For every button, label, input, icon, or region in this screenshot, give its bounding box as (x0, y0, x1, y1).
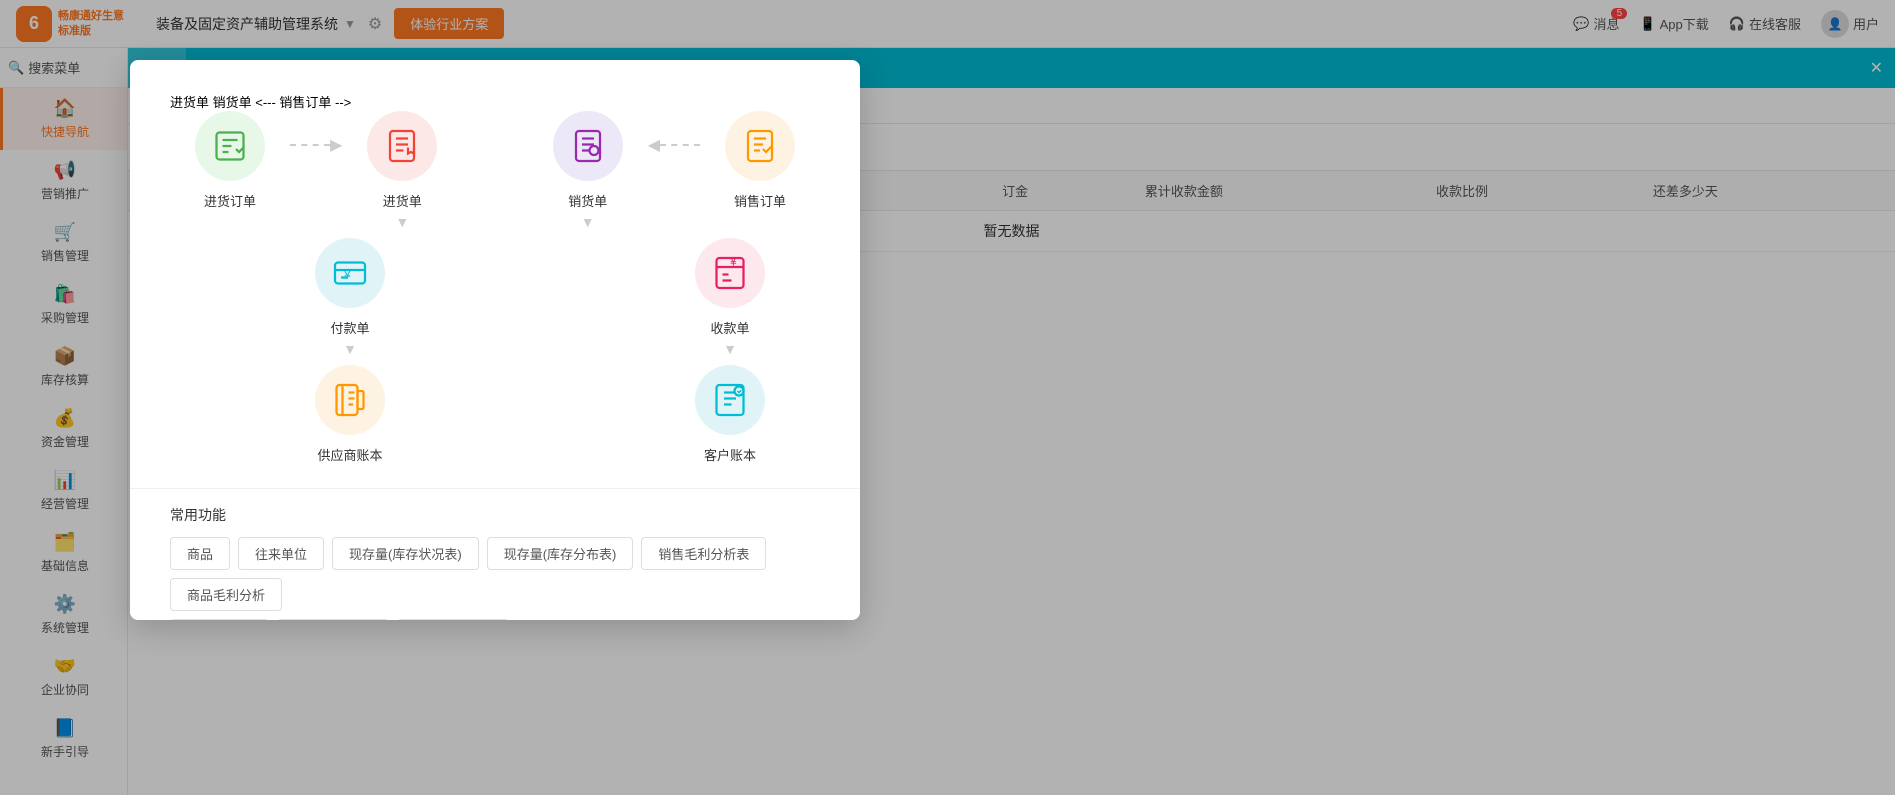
flow-payment-col: ¥ 付款单 ▼ (290, 238, 410, 357)
flow-node-purchase-order[interactable]: 进货订单 (170, 111, 290, 210)
sales-invoice-circle (553, 111, 623, 181)
arrow-sales: ◀ (648, 135, 700, 155)
common-functions-title: 常用功能 (170, 505, 820, 525)
arrow-down-supplier: ▼ (343, 341, 357, 357)
flow-node-supplier-ledger[interactable]: 供应商账本 (290, 365, 410, 464)
flow-receipt-col: ¥ 收款单 ▼ (670, 238, 790, 357)
supplier-ledger-circle (315, 365, 385, 435)
flow-customer-ledger-col: 客户账本 (670, 365, 790, 464)
common-section: 常用功能 商品 往来单位 现存量(库存状况表) 现存量(库存分布表) 销售毛利分… (130, 488, 860, 620)
purchase-order-circle (195, 111, 265, 181)
main-area: 🔍 搜索菜单 🏠 快捷导航 📢 营销推广 🛒 销售管理 🛍️ 采购管理 📦 (0, 48, 1895, 795)
common-btn-product-profit[interactable]: 商品毛利分析 (170, 578, 282, 611)
flowchart-modal: 进货单 销货单 <--- 销售订单 --> (130, 60, 860, 620)
flow-node-customer-ledger[interactable]: 客户账本 (670, 365, 790, 464)
flow-second-row: ¥ 付款单 ▼ (170, 238, 820, 357)
payment-circle: ¥ (315, 238, 385, 308)
flow-node-payment[interactable]: ¥ 付款单 (290, 238, 410, 337)
common-btn-payment-stat[interactable]: 付款情况统计 (397, 619, 509, 620)
svg-text:¥: ¥ (343, 268, 351, 282)
app-wrapper: 6 畅康通好生意 标准版 装备及固定资产辅助管理系统 ▼ ⚙ 体验行业方案 💬 … (0, 0, 1895, 795)
sales-order-circle (725, 111, 795, 181)
common-btn-stock-dist[interactable]: 现存量(库存分布表) (487, 537, 634, 570)
flow-node-sales-invoice[interactable]: 销货单 (528, 111, 648, 210)
svg-text:¥: ¥ (729, 255, 737, 269)
flow-sales-invoice-col: 销货单 ▼ (528, 111, 648, 230)
common-btn-sales-profit[interactable]: 销售毛利分析表 (641, 537, 766, 570)
flow-node-purchase-receipt[interactable]: 进货单 (342, 111, 462, 210)
customer-ledger-circle (695, 365, 765, 435)
flow-node-sales-order[interactable]: 销售订单 (700, 111, 820, 210)
arrow-purchase: ▶ (290, 135, 342, 155)
flow-third-row: 供应商账本 (170, 365, 820, 464)
common-btn-sales-ranking[interactable]: 销售排行榜 (170, 619, 269, 620)
content-area: 首页 销售订单执行表 ✕ ✕ ❓ 帮助 🖨️ 按模板打印 ▼ (128, 48, 1895, 795)
common-buttons-row-1: 商品 往来单位 现存量(库存状况表) 现存量(库存分布表) 销售毛利分析表 商品… (170, 537, 820, 611)
common-buttons-row-2: 销售排行榜 收款情况统计 付款情况统计 (170, 619, 820, 620)
flow-node-receipt[interactable]: ¥ 收款单 (670, 238, 790, 337)
arrow-down-payment: ▼ (395, 214, 409, 230)
flow-purchase-receipt-col: 进货单 ▼ (342, 111, 462, 230)
common-btn-receipt-stat[interactable]: 收款情况统计 (277, 619, 389, 620)
flow-left-col: 进货订单 (170, 111, 290, 210)
common-btn-stock-status[interactable]: 现存量(库存状况表) (332, 537, 479, 570)
arrow-down-receipt: ▼ (581, 214, 595, 230)
flow-supplier-ledger-col: 供应商账本 (290, 365, 410, 464)
flow-section: 进货单 销货单 <--- 销售订单 --> (130, 60, 860, 488)
purchase-receipt-circle (367, 111, 437, 181)
arrow-down-customer: ▼ (723, 341, 737, 357)
common-btn-product[interactable]: 商品 (170, 537, 230, 570)
flow-top-row: 进货订单 ▶ (170, 111, 820, 230)
receipt-circle: ¥ (695, 238, 765, 308)
flow-sales-order-col: 销售订单 (700, 111, 820, 210)
common-btn-partner[interactable]: 往来单位 (238, 537, 324, 570)
modal-overlay[interactable]: 进货单 销货单 <--- 销售订单 --> (128, 48, 1895, 795)
